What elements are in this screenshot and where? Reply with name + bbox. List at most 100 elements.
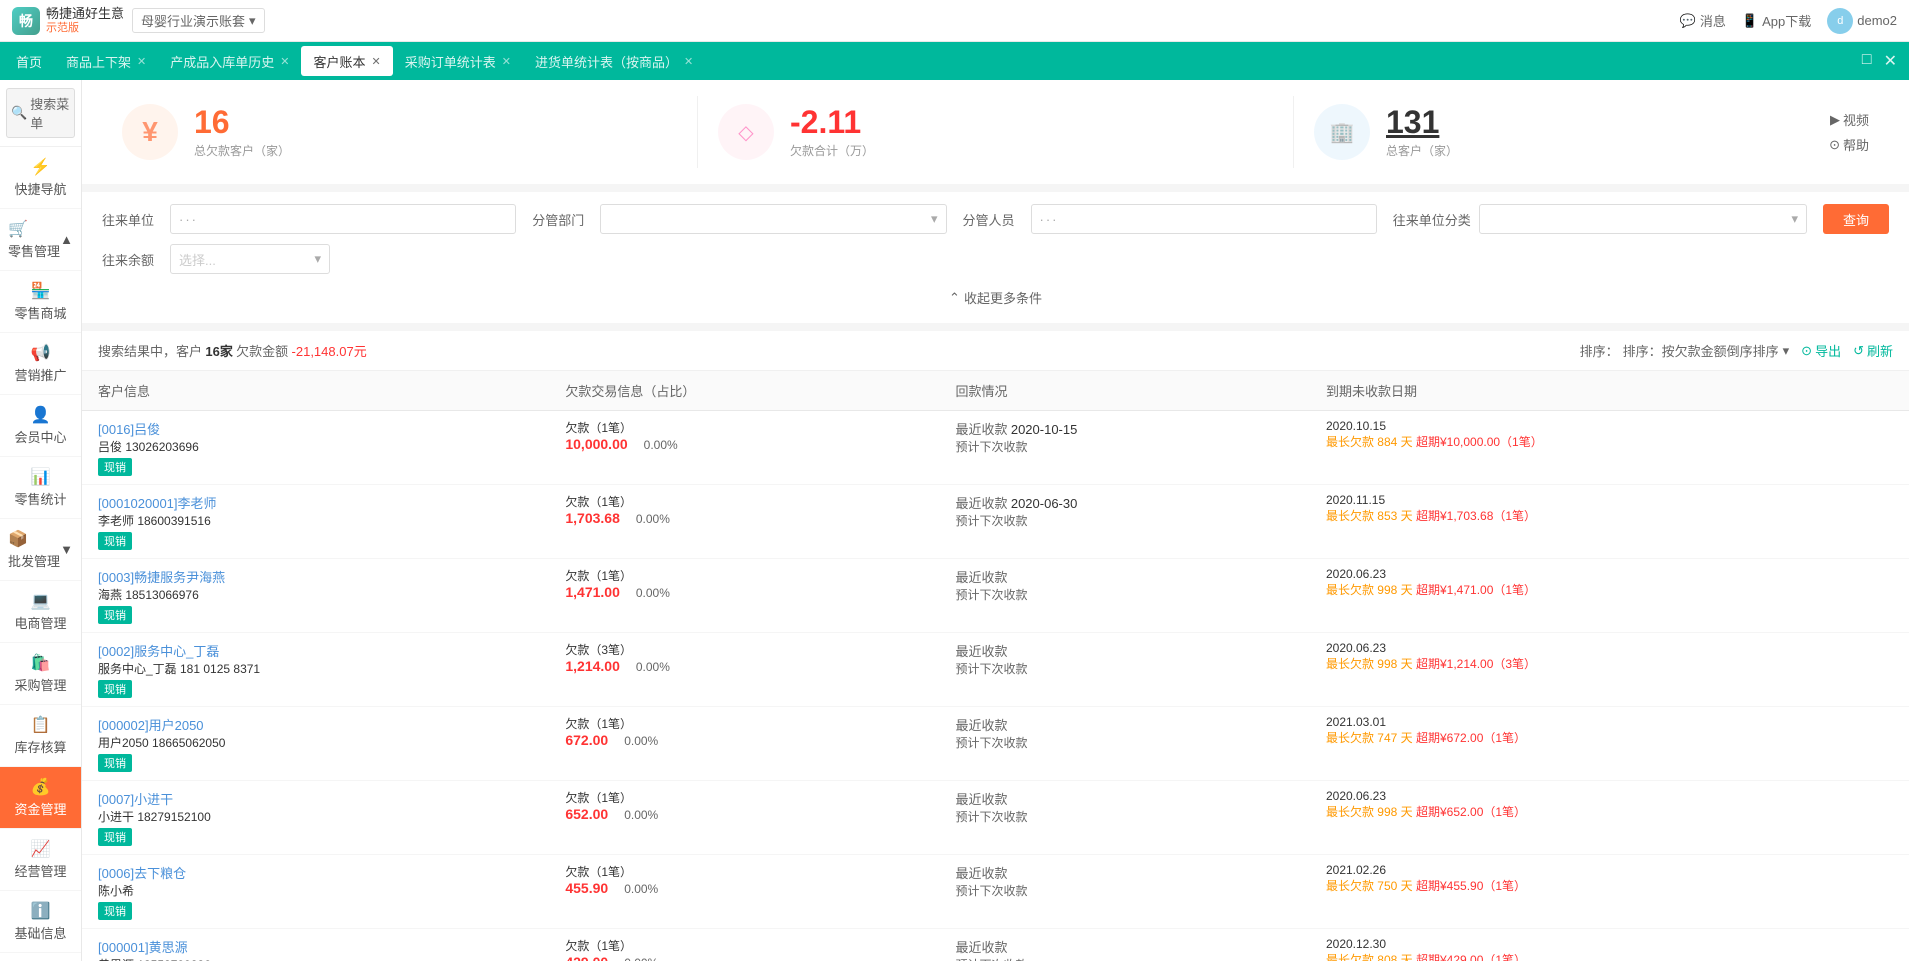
- overdue-link[interactable]: 超期¥1,214.00（3笔）: [1416, 657, 1536, 671]
- close-icon[interactable]: ✕: [372, 55, 381, 68]
- debt-amount[interactable]: 672.00: [565, 732, 608, 748]
- debt-amount[interactable]: 455.90: [565, 880, 608, 896]
- customer-code[interactable]: [0007]小进干: [98, 789, 533, 808]
- sidebar-item-inventory[interactable]: 📋 库存核算: [0, 705, 81, 767]
- debt-amount[interactable]: 1,703.68: [565, 510, 620, 526]
- collapse-filter-button[interactable]: ⌃ 收起更多条件: [102, 284, 1889, 311]
- due-date: 2020.06.23: [1326, 641, 1893, 655]
- overdue-link[interactable]: 超期¥672.00（1笔）: [1416, 731, 1526, 745]
- collection-latest: 最近收款: [955, 567, 1293, 586]
- stat-info-total-customers: 131 总客户（家）: [1386, 106, 1458, 159]
- overdue-link[interactable]: 超期¥455.90（1笔）: [1416, 879, 1526, 893]
- chevron-down-icon: ▾: [1791, 211, 1798, 227]
- customer-info-cell: [000001]黄思源 黄思源 13552700226 现销: [82, 929, 549, 961]
- sidebar-item-marketing[interactable]: 📢 营销推广: [0, 333, 81, 395]
- sidebar-item-member-center[interactable]: 👤 会员中心: [0, 395, 81, 457]
- source-unit-input[interactable]: ···: [170, 204, 516, 234]
- customer-code[interactable]: [000001]黄思源: [98, 937, 533, 956]
- search-menu-button[interactable]: 🔍 搜索菜单: [6, 88, 75, 138]
- stat-number-total-customers: 131: [1386, 106, 1458, 138]
- sidebar-item-ecommerce[interactable]: 💻 电商管理: [0, 581, 81, 643]
- customer-code[interactable]: [0006]去下粮仓: [98, 863, 533, 882]
- window-restore-button[interactable]: □: [1858, 49, 1876, 73]
- view-video-button[interactable]: ▶ 视频: [1830, 110, 1869, 129]
- filter-balance: 往来余额 选择... ▾: [102, 244, 1889, 274]
- department-select[interactable]: ▾: [600, 204, 946, 234]
- customer-badge: 现销: [98, 532, 132, 550]
- debt-count: 欠款（1笔）: [565, 419, 632, 436]
- debt-amount[interactable]: 10,000.00: [565, 436, 627, 452]
- sidebar-item-wholesale[interactable]: 📦 批发管理 ▼: [0, 519, 81, 581]
- customer-code[interactable]: [000002]用户2050: [98, 715, 533, 734]
- collection-next: 预计下次收款: [955, 512, 1293, 529]
- close-icon[interactable]: ✕: [684, 55, 693, 68]
- sidebar-item-basic-info[interactable]: ℹ️ 基础信息: [0, 891, 81, 953]
- sidebar-item-quick-nav[interactable]: ⚡ 快捷导航: [0, 147, 81, 209]
- customer-code[interactable]: [0002]服务中心_丁磊: [98, 641, 533, 660]
- balance-select[interactable]: 选择... ▾: [170, 244, 330, 274]
- manager-input[interactable]: ···: [1031, 204, 1377, 234]
- sidebar-item-retail-management[interactable]: 🛒 零售管理 ▲: [0, 209, 81, 271]
- help-button[interactable]: ⊙ 帮助: [1829, 135, 1869, 154]
- debt-amount[interactable]: 429.00: [565, 954, 608, 961]
- collection-next: 预计下次收款: [955, 438, 1293, 455]
- debt-amount[interactable]: 1,214.00: [565, 658, 620, 674]
- stat-card-total-customers: 🏢 131 总客户（家） ▶ 视频 ⊙ 帮助: [1294, 96, 1889, 168]
- sidebar-item-operation[interactable]: 📈 经营管理: [0, 829, 81, 891]
- close-icon[interactable]: ✕: [280, 55, 289, 68]
- overdue-link[interactable]: 超期¥1,703.68（1笔）: [1416, 509, 1536, 523]
- close-icon[interactable]: ✕: [502, 55, 511, 68]
- overdue-link[interactable]: 超期¥1,471.00（1笔）: [1416, 583, 1536, 597]
- export-button[interactable]: ⊙ 导出: [1801, 341, 1841, 360]
- due-date: 2020.11.15: [1326, 493, 1893, 507]
- refresh-button[interactable]: ↺ 刷新: [1853, 341, 1893, 360]
- tab-purchase-stats[interactable]: 进货单统计表（按商品） ✕: [523, 46, 705, 76]
- collection-cell: 最近收款 预计下次收款: [939, 781, 1309, 855]
- sort-select[interactable]: 排序： 排序：按欠款金额倒序排序 ▾: [1580, 341, 1790, 360]
- retail-stats-icon: 📊: [6, 467, 75, 487]
- content-area: ¥ 16 总欠款客户（家） ◇ -2.11 欠款合计（万） 🏢 131 总客户（…: [82, 80, 1909, 961]
- filter-manager: 分管人员 ···: [963, 204, 1377, 234]
- store-selector[interactable]: 母婴行业演示账套 ▾: [132, 8, 265, 33]
- search-button[interactable]: 查询: [1823, 204, 1889, 234]
- sidebar-item-retail-stats[interactable]: 📊 零售统计: [0, 457, 81, 519]
- message-button[interactable]: 💬 消息: [1680, 11, 1726, 30]
- customer-code[interactable]: [0016]吕俊: [98, 419, 533, 438]
- debt-ratio: 0.00%: [636, 512, 670, 526]
- tab-production-history[interactable]: 产成品入库单历史 ✕: [158, 46, 301, 76]
- debt-amount[interactable]: 1,471.00: [565, 584, 620, 600]
- tab-customer-account[interactable]: 客户账本 ✕: [301, 46, 392, 76]
- sidebar-item-purchase[interactable]: 🛍️ 采购管理: [0, 643, 81, 705]
- message-icon: 💬: [1680, 13, 1696, 29]
- collection-next: 预计下次收款: [955, 586, 1293, 603]
- table-area: 搜索结果中，客户 16家 欠款金额 -21,148.07元 排序： 排序：按欠款…: [82, 331, 1909, 961]
- stat-label-total-customers: 总客户（家）: [1386, 142, 1458, 159]
- customer-code[interactable]: [0003]畅捷服务尹海燕: [98, 567, 533, 586]
- member-center-icon: 👤: [6, 405, 75, 425]
- close-icon[interactable]: ✕: [137, 55, 146, 68]
- sort-arrow-icon: ▾: [1783, 343, 1790, 359]
- overdue-link[interactable]: 超期¥652.00（1笔）: [1416, 805, 1526, 819]
- overdue-link[interactable]: 超期¥429.00（1笔）: [1416, 953, 1526, 961]
- debt-info-cell: 欠款（1笔） 455.90 0.00%: [549, 855, 939, 929]
- customer-info-cell: [0007]小进干 小进干 18279152100 现销: [82, 781, 549, 855]
- overdue-link[interactable]: 超期¥10,000.00（1笔）: [1416, 435, 1543, 449]
- table-row: [0001020001]李老师 李老师 18600391516 现销 欠款（1笔…: [82, 485, 1909, 559]
- category-select[interactable]: ▾: [1479, 204, 1807, 234]
- tab-purchase-order[interactable]: 采购订单统计表 ✕: [393, 46, 523, 76]
- tab-product-shelf[interactable]: 商品上下架 ✕: [54, 46, 158, 76]
- tab-home[interactable]: 首页: [4, 46, 54, 76]
- sidebar-item-capital[interactable]: 💰 资金管理: [0, 767, 81, 829]
- debt-amount[interactable]: 652.00: [565, 806, 608, 822]
- user-menu[interactable]: d demo2: [1827, 8, 1897, 34]
- sidebar-item-system[interactable]: ⚙️ 系统管理: [0, 953, 81, 961]
- customer-code[interactable]: [0001020001]李老师: [98, 493, 533, 512]
- overdue-days: 最长欠款 998 天: [1326, 583, 1416, 597]
- sidebar-item-retail-mall[interactable]: 🏪 零售商城: [0, 271, 81, 333]
- ecommerce-icon: 💻: [6, 591, 75, 611]
- marketing-icon: 📢: [6, 343, 75, 363]
- debt-count: 欠款（3笔）: [565, 641, 632, 658]
- app-download-button[interactable]: 📱 App下载: [1742, 11, 1811, 30]
- window-close-button[interactable]: ✕: [1880, 49, 1901, 73]
- filter-row-2: 往来余额 选择... ▾: [102, 244, 1889, 274]
